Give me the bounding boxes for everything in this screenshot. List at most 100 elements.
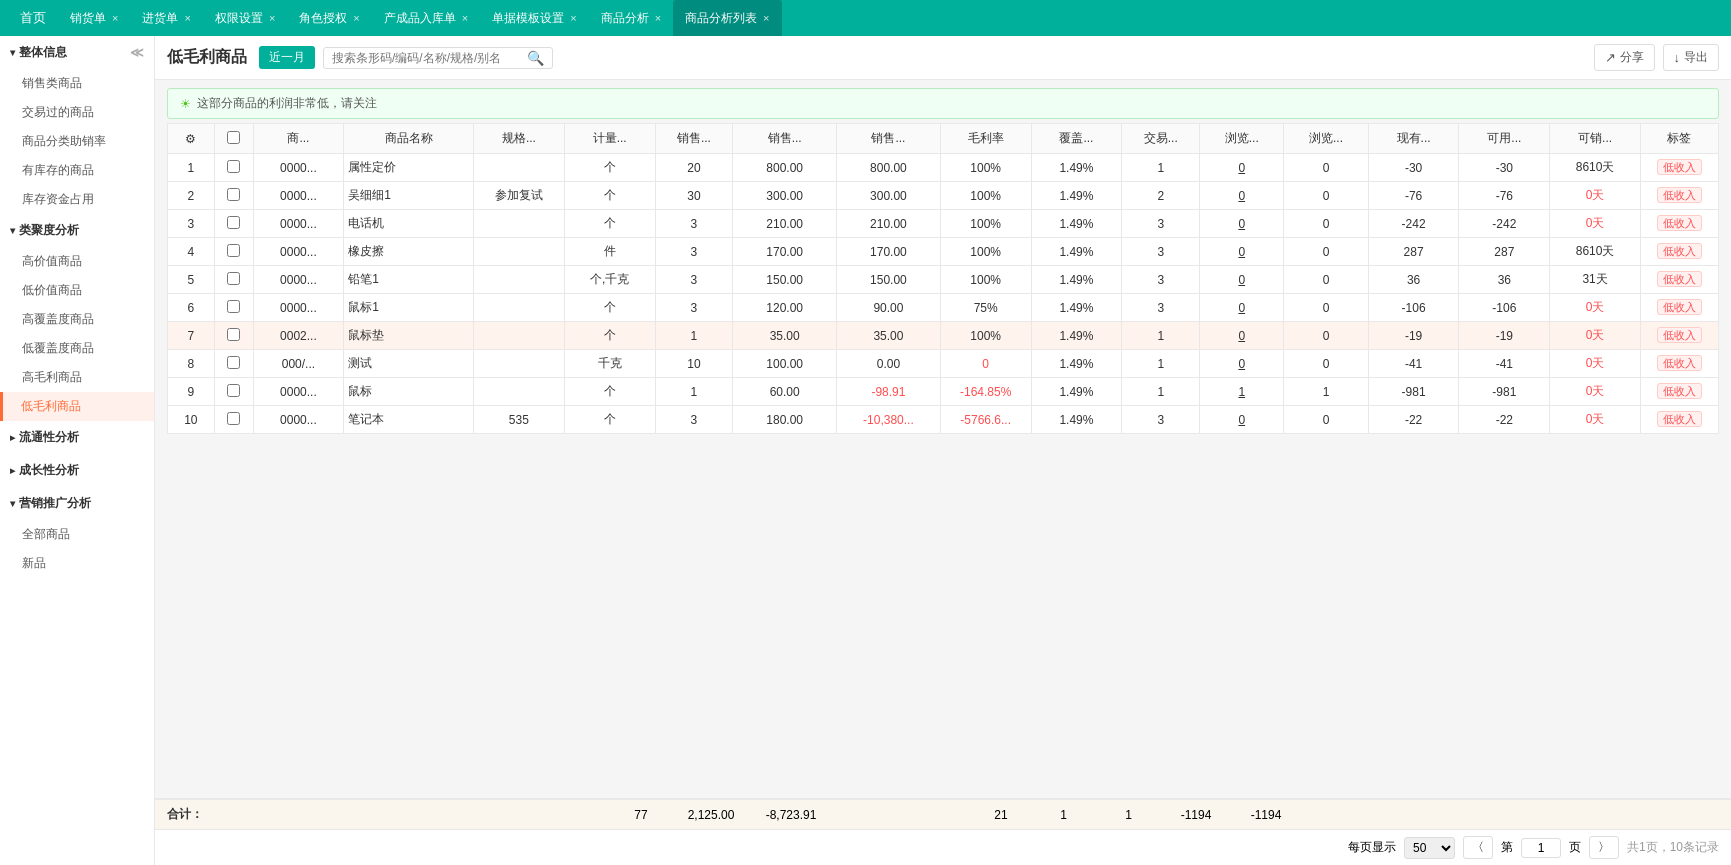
row-checkbox[interactable] — [227, 300, 240, 313]
sidebar-group-cluster[interactable]: ▾ 类聚度分析 — [0, 214, 154, 247]
row-check[interactable] — [214, 322, 253, 350]
row-checkbox[interactable] — [227, 244, 240, 257]
sidebar-group-flow[interactable]: ▸ 流通性分析 — [0, 421, 154, 454]
col-browse2[interactable]: 浏览... — [1284, 124, 1368, 154]
close-icon[interactable]: × — [112, 12, 118, 24]
row-name[interactable]: 笔记本 — [344, 406, 474, 434]
period-button[interactable]: 近一月 — [259, 46, 315, 69]
row-name[interactable]: 鼠标1 — [344, 294, 474, 322]
sidebar-item-high-coverage[interactable]: 高覆盖度商品 — [0, 305, 154, 334]
sidebar-item-category-rate[interactable]: 商品分类助销率 — [0, 127, 154, 156]
close-icon[interactable]: × — [763, 12, 769, 24]
row-name[interactable]: 鼠标 — [344, 378, 474, 406]
sidebar-group-marketing[interactable]: ▾ 营销推广分析 — [0, 487, 154, 520]
row-browse1[interactable]: 0 — [1200, 406, 1284, 434]
row-check[interactable] — [214, 294, 253, 322]
nav-item-template[interactable]: 单据模板设置 × — [480, 0, 588, 36]
nav-item-sales[interactable]: 销货单 × — [58, 0, 130, 36]
col-sales-profit[interactable]: 销售... — [837, 124, 941, 154]
nav-item-role[interactable]: 角色授权 × — [287, 0, 371, 36]
nav-item-permission[interactable]: 权限设置 × — [203, 0, 287, 36]
row-checkbox[interactable] — [227, 384, 240, 397]
row-checkbox[interactable] — [227, 328, 240, 341]
row-name[interactable]: 测试 — [344, 350, 474, 378]
close-icon[interactable]: × — [655, 12, 661, 24]
row-check[interactable] — [214, 406, 253, 434]
search-icon[interactable]: 🔍 — [527, 50, 544, 66]
row-check[interactable] — [214, 266, 253, 294]
col-code[interactable]: 商... — [253, 124, 344, 154]
sidebar-item-all-products[interactable]: 全部商品 — [0, 520, 154, 549]
sidebar-item-sales-products[interactable]: 销售类商品 — [0, 69, 154, 98]
row-name[interactable]: 属性定价 — [344, 154, 474, 182]
row-checkbox[interactable] — [227, 216, 240, 229]
row-name[interactable]: 吴细细1 — [344, 182, 474, 210]
col-settings[interactable]: ⚙ — [168, 124, 215, 154]
row-checkbox[interactable] — [227, 412, 240, 425]
row-name[interactable]: 铅笔1 — [344, 266, 474, 294]
sidebar-item-low-profit[interactable]: 低毛利商品 — [0, 392, 154, 421]
row-check[interactable] — [214, 238, 253, 266]
row-browse1[interactable]: 0 — [1200, 266, 1284, 294]
row-browse1[interactable]: 0 — [1200, 238, 1284, 266]
col-sellable-days[interactable]: 可销... — [1550, 124, 1641, 154]
row-browse1[interactable]: 0 — [1200, 154, 1284, 182]
row-browse1[interactable]: 0 — [1200, 210, 1284, 238]
row-checkbox[interactable] — [227, 356, 240, 369]
row-check[interactable] — [214, 154, 253, 182]
col-current-stock[interactable]: 现有... — [1368, 124, 1459, 154]
col-available-stock[interactable]: 可用... — [1459, 124, 1550, 154]
col-coverage[interactable]: 覆盖... — [1031, 124, 1122, 154]
row-browse1[interactable]: 0 — [1200, 182, 1284, 210]
close-icon[interactable]: × — [462, 12, 468, 24]
row-name[interactable]: 电话机 — [344, 210, 474, 238]
row-name[interactable]: 橡皮擦 — [344, 238, 474, 266]
sidebar-item-stock-capital[interactable]: 库存资金占用 — [0, 185, 154, 214]
search-box[interactable]: 🔍 — [323, 47, 553, 69]
row-checkbox[interactable] — [227, 160, 240, 173]
row-checkbox[interactable] — [227, 188, 240, 201]
col-browse1[interactable]: 浏览... — [1200, 124, 1284, 154]
sidebar-item-new-products[interactable]: 新品 — [0, 549, 154, 578]
row-browse1[interactable]: 1 — [1200, 378, 1284, 406]
nav-item-product-analysis-list[interactable]: 商品分析列表 × — [673, 0, 781, 36]
row-check[interactable] — [214, 350, 253, 378]
col-spec[interactable]: 规格... — [474, 124, 565, 154]
row-check[interactable] — [214, 378, 253, 406]
share-button[interactable]: ↗ 分享 — [1594, 44, 1655, 71]
next-page-button[interactable]: 〉 — [1589, 836, 1619, 859]
row-check[interactable] — [214, 210, 253, 238]
col-name[interactable]: 商品名称 — [344, 124, 474, 154]
row-check[interactable] — [214, 182, 253, 210]
col-tag[interactable]: 标签 — [1640, 124, 1718, 154]
row-checkbox[interactable] — [227, 272, 240, 285]
search-input[interactable] — [332, 51, 527, 65]
nav-item-product-analysis[interactable]: 商品分析 × — [589, 0, 673, 36]
sidebar-group-growth[interactable]: ▸ 成长性分析 — [0, 454, 154, 487]
sidebar-item-low-coverage[interactable]: 低覆盖度商品 — [0, 334, 154, 363]
sidebar-item-high-value[interactable]: 高价值商品 — [0, 247, 154, 276]
col-sales-amount[interactable]: 销售... — [733, 124, 837, 154]
close-icon[interactable]: × — [570, 12, 576, 24]
page-number-input[interactable] — [1521, 838, 1561, 858]
close-icon[interactable]: × — [353, 12, 359, 24]
sidebar-item-high-profit[interactable]: 高毛利商品 — [0, 363, 154, 392]
close-icon[interactable]: × — [269, 12, 275, 24]
col-transaction[interactable]: 交易... — [1122, 124, 1200, 154]
sidebar-group-overall[interactable]: ▾ 整体信息 ≪ — [0, 36, 154, 69]
close-icon[interactable]: × — [184, 12, 190, 24]
per-page-select[interactable]: 50 100 200 — [1404, 837, 1455, 859]
nav-item-stock-in[interactable]: 产成品入库单 × — [372, 0, 480, 36]
collapse-icon[interactable]: ≪ — [130, 45, 144, 60]
prev-page-button[interactable]: 〈 — [1463, 836, 1493, 859]
row-browse1[interactable]: 0 — [1200, 322, 1284, 350]
sidebar-item-low-value[interactable]: 低价值商品 — [0, 276, 154, 305]
nav-item-home[interactable]: 首页 — [8, 0, 58, 36]
col-check[interactable] — [214, 124, 253, 154]
col-sales-qty[interactable]: 销售... — [655, 124, 733, 154]
col-gross-margin[interactable]: 毛利率 — [940, 124, 1031, 154]
nav-item-purchase[interactable]: 进货单 × — [130, 0, 202, 36]
col-unit[interactable]: 计量... — [564, 124, 655, 154]
row-name[interactable]: 鼠标垫 — [344, 322, 474, 350]
sidebar-item-traded-products[interactable]: 交易过的商品 — [0, 98, 154, 127]
